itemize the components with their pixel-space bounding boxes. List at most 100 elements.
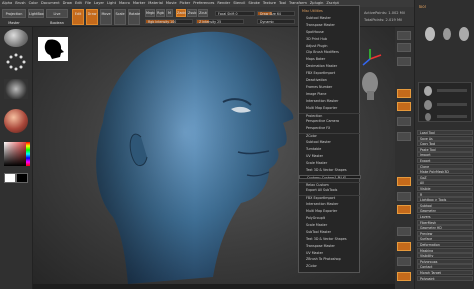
menu-material[interactable]: Material	[148, 1, 163, 6]
tool-menu-item[interactable]: Morph Target	[417, 270, 473, 275]
menu-layer[interactable]: Layer	[94, 1, 104, 6]
zplugin-menu-item[interactable]: UV Master	[299, 154, 361, 158]
tool-menu-item[interactable]: Deformation	[417, 242, 473, 247]
zplugin-menu-item[interactable]: Intersection Masker	[299, 202, 361, 206]
tool-menu-item[interactable]: R	[417, 191, 473, 197]
zplugin-menu-item[interactable]: Maps Baker	[299, 57, 361, 61]
move-button[interactable]: Move	[100, 9, 112, 25]
bpr-button[interactable]	[397, 31, 411, 40]
polyf-button[interactable]	[397, 242, 411, 251]
tool-menu-item[interactable]: Geometry	[417, 208, 473, 214]
zplugin-menu-item[interactable]: SubTool Master	[299, 230, 361, 234]
tool-menu-item[interactable]: Polygroups	[417, 258, 473, 264]
menu-marker[interactable]: Marker	[133, 1, 145, 6]
draw-button[interactable]: Draw	[86, 9, 98, 25]
scale-button[interactable]: Scale	[114, 9, 126, 25]
zcut-button[interactable]: Zcut	[198, 9, 208, 17]
color-picker[interactable]	[4, 142, 28, 166]
zplugin-menu-item[interactable]: UV Master	[299, 251, 361, 255]
tool-menu-item[interactable]: Import	[417, 152, 473, 158]
m-button[interactable]: M	[166, 9, 173, 17]
tool-menu-item[interactable]: Layers	[417, 214, 473, 219]
transp-button[interactable]	[397, 257, 411, 266]
aahalf-button[interactable]	[397, 117, 411, 126]
tool-menu-item[interactable]: Visibility	[417, 253, 473, 259]
tool-menu-item[interactable]: FiberMesh	[417, 219, 473, 225]
rotate-view-button[interactable]	[397, 227, 411, 236]
projection-master-button[interactable]: Projection Master	[2, 9, 26, 25]
zplugin-menu-item[interactable]: Decimation Master	[299, 64, 361, 68]
menu-light[interactable]: Light	[107, 1, 116, 6]
tool-menu-item[interactable]: Contact	[417, 264, 473, 270]
mrgb-button[interactable]: Mrgb	[145, 9, 155, 17]
menu-texture[interactable]: Texture	[263, 1, 276, 6]
zplugin-menu-item[interactable]: Turntable	[299, 147, 361, 151]
zplugin-menu-item[interactable]: PolyGroupIt	[299, 216, 361, 220]
menu-stencil[interactable]: Stencil	[233, 1, 245, 6]
menu-document[interactable]: Document	[41, 1, 60, 6]
tool-menu-item[interactable]: Lightbox > Tools	[417, 197, 473, 203]
zplugin-menu-item[interactable]: Multi Map Exporter	[299, 209, 361, 213]
zoom3d-button[interactable]	[397, 205, 411, 214]
zadd-button[interactable]: Zadd	[176, 9, 186, 17]
persp-button[interactable]	[397, 132, 411, 141]
secondary-color-swatch[interactable]	[16, 173, 28, 183]
frame-button[interactable]	[397, 177, 411, 186]
tool-menu-item[interactable]: Geometry HD	[417, 225, 473, 231]
rotate-button[interactable]: Rotate	[128, 9, 140, 25]
zplugin-menu-item[interactable]: ZColor	[299, 264, 361, 268]
draw-size-slider[interactable]: Draw Size 64	[257, 11, 295, 16]
material-thumbnail[interactable]	[4, 109, 28, 133]
zplugin-menu-item[interactable]: Projection	[299, 112, 361, 117]
zplugin-menu-item[interactable]: Frames Number	[299, 85, 361, 89]
zplugin-menu-item[interactable]: Custom: Custom1.PLUG	[299, 174, 361, 179]
zplugin-menu-item[interactable]: Perspective Camera	[299, 119, 361, 123]
tool-menu-item[interactable]: Make PolyMesh3D	[417, 169, 473, 175]
subtool-list[interactable]	[418, 82, 472, 122]
zplugin-menu-item[interactable]: Subtool Master	[299, 140, 361, 144]
live-boolean-button[interactable]: Live Boolean	[46, 9, 68, 25]
tool-menu-item[interactable]: Paste Tool	[417, 146, 473, 152]
dynamic-toggle[interactable]: Dynamic	[257, 19, 295, 24]
tool-menu-item[interactable]: Copy Tool	[417, 141, 473, 147]
tool-thumb-3[interactable]	[457, 26, 471, 46]
tool-menu-item[interactable]: Polypaint	[417, 275, 473, 281]
menu-movie[interactable]: Movie	[166, 1, 177, 6]
rgb-button[interactable]: Rgb	[156, 9, 165, 17]
zplugin-menu-item[interactable]: Subtool Master	[299, 16, 361, 20]
zplugin-menu-item[interactable]: FBX ExportImport	[299, 195, 361, 200]
menu-macro[interactable]: Macro	[119, 1, 130, 6]
zplugin-menu-item[interactable]: Deactivation	[299, 78, 361, 82]
zplugin-menu-item[interactable]: Perspective FX	[299, 126, 361, 130]
zplugin-menu-item[interactable]: Scale Master	[299, 223, 361, 227]
menu-draw[interactable]: Draw	[63, 1, 72, 6]
zplugin-menu-item[interactable]: Misc Utilities	[299, 9, 361, 13]
rgb-intensity-slider[interactable]: Rgb Intensity 100	[145, 19, 193, 24]
zplugin-menu-item[interactable]: ZColor	[299, 133, 361, 138]
zplugin-menu-item[interactable]: Scale Master	[299, 161, 361, 165]
zplugin-menu-item[interactable]: Clip Brush Modifiers	[299, 50, 361, 54]
tool-menu-item[interactable]: GoZ	[417, 174, 473, 180]
stroke-thumbnail[interactable]	[4, 52, 28, 72]
tool-menu-item[interactable]: All	[417, 180, 473, 186]
focal-shift-slider[interactable]: Focal Shift 0	[215, 11, 255, 16]
zplugin-menu-item[interactable]: Multi Map Exporter	[299, 106, 361, 110]
actual-button[interactable]	[397, 102, 411, 111]
zplugin-menu-item[interactable]: Adjust Plugin	[299, 44, 361, 48]
menu-alpha[interactable]: Alpha	[2, 1, 12, 6]
zplugin-menu-item[interactable]: Intersection Masker	[299, 99, 361, 103]
menu-preferences[interactable]: Preferences	[193, 1, 214, 6]
tool-menu-item[interactable]: Masking	[417, 247, 473, 253]
alpha-thumbnail[interactable]	[4, 79, 28, 99]
zsub-button[interactable]: Zsub	[187, 9, 197, 17]
menu-render[interactable]: Render	[217, 1, 230, 6]
tool-menu-item[interactable]: Visible	[417, 186, 473, 191]
primary-color-swatch[interactable]	[4, 173, 16, 183]
menu-color[interactable]: Color	[29, 1, 38, 6]
tool-menu-item[interactable]: Subtool	[417, 202, 473, 208]
menu-picker[interactable]: Picker	[180, 1, 191, 6]
tool-thumb-1[interactable]	[423, 26, 437, 46]
zplugin-menu-item[interactable]: Relax Custom	[299, 181, 361, 186]
tool-menu-item[interactable]: Preview	[417, 230, 473, 236]
move-view-button[interactable]	[397, 192, 411, 201]
